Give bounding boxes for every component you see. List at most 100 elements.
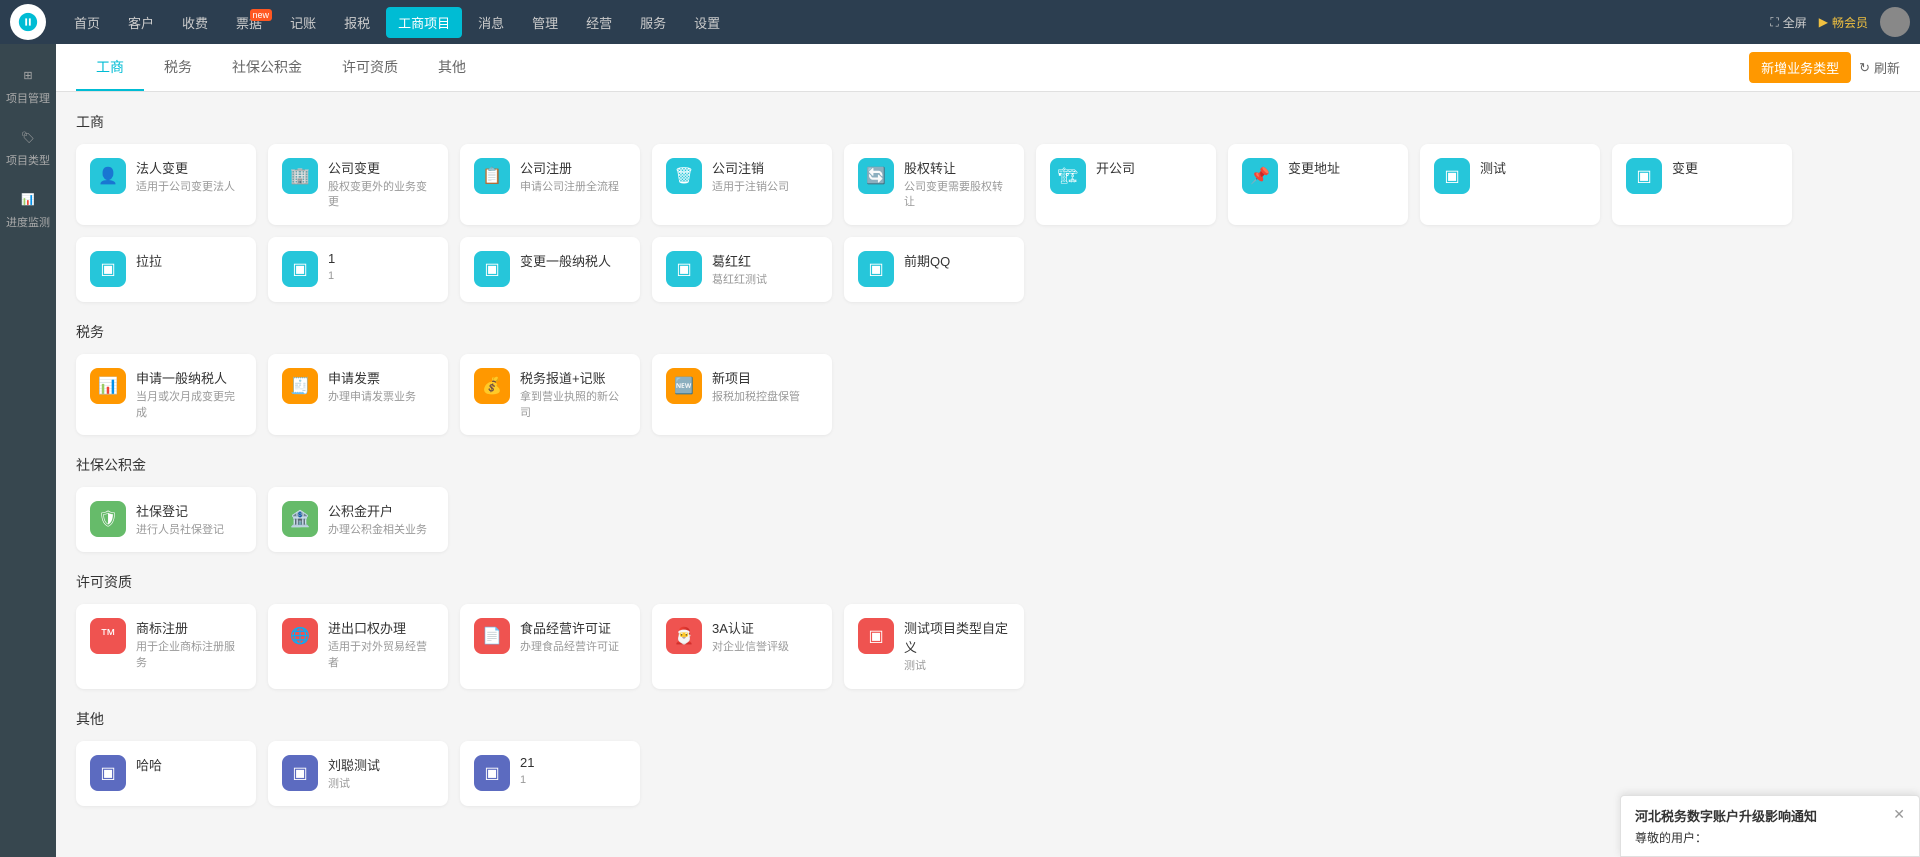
card-公司注销[interactable]: 🗑 公司注销 适用于注销公司 [652, 144, 832, 225]
card-title: 3A认证 [712, 618, 818, 637]
cards-grid-xuke: ™ 商标注册 用于企业商标注册服务 🌐 进出口权办理 适用于对外贸易经营者 📄 … [76, 604, 1900, 688]
nav-item-收费[interactable]: 收费 [170, 7, 220, 38]
card-title: 测试项目类型自定义 [904, 618, 1010, 656]
notification-title: 河北税务数字账户升级影响通知 [1635, 806, 1905, 825]
card-info: 刘聪测试 测试 [328, 755, 434, 792]
card-公司变更[interactable]: 🏢 公司变更 股权变更外的业务变更 [268, 144, 448, 225]
card-title: 测试 [1480, 158, 1586, 177]
card-商标注册[interactable]: ™ 商标注册 用于企业商标注册服务 [76, 604, 256, 688]
card-税务报道+记账[interactable]: 💰 税务报道+记账 拿到营业执照的新公司 [460, 354, 640, 435]
tab-社保公积金[interactable]: 社保公积金 [212, 44, 322, 91]
nav-item-工商项目[interactable]: 工商项目 [386, 7, 462, 38]
nav-item-消息[interactable]: 消息 [466, 7, 516, 38]
card-icon: 👤 [90, 158, 126, 194]
card-desc: 适用于公司变更法人 [136, 180, 242, 195]
card-3A认证[interactable]: 🎅 3A认证 对企业信誉评级 [652, 604, 832, 688]
card-测试项目类型自定义[interactable]: ▣ 测试项目类型自定义 测试 [844, 604, 1024, 688]
sidebar-label: 项目类型 [6, 152, 50, 168]
card-desc: 适用于注销公司 [712, 180, 818, 195]
card-变更[interactable]: ▣ 变更 [1612, 144, 1792, 225]
card-title: 公积金开户 [328, 501, 434, 520]
card-变更地址[interactable]: 📌 变更地址 [1228, 144, 1408, 225]
card-icon: 🆕 [666, 368, 702, 404]
card-股权转让[interactable]: 🔄 股权转让 公司变更需要股权转让 [844, 144, 1024, 225]
notification-close-button[interactable]: ✕ [1893, 806, 1905, 823]
card-title: 申请发票 [328, 368, 434, 387]
avatar[interactable] [1880, 7, 1910, 37]
card-开公司[interactable]: 🏗 开公司 [1036, 144, 1216, 225]
card-变更一般纳税人[interactable]: ▣ 变更一般纳税人 [460, 237, 640, 302]
vip-button[interactable]: ▶ 畅会员 [1819, 14, 1868, 31]
card-前期QQ[interactable]: ▣ 前期QQ [844, 237, 1024, 302]
card-title: 食品经营许可证 [520, 618, 626, 637]
card-申请发票[interactable]: 🧾 申请发票 办理申请发票业务 [268, 354, 448, 435]
card-21[interactable]: ▣ 21 1 [460, 741, 640, 806]
card-食品经营许可证[interactable]: 📄 食品经营许可证 办理食品经营许可证 [460, 604, 640, 688]
sidebar: ⊞ 项目管理🏷 项目类型📊 进度监测 [0, 44, 56, 857]
card-icon: ▣ [474, 755, 510, 791]
card-title: 公司注销 [712, 158, 818, 177]
card-info: 新项目 报税加税控盘保管 [712, 368, 818, 405]
card-info: 变更 [1672, 158, 1778, 180]
tab-税务[interactable]: 税务 [144, 44, 212, 91]
scrollable-content: 工商 👤 法人变更 适用于公司变更法人 🏢 公司变更 股权变更外的业务变更 📋 … [56, 92, 1920, 857]
tab-其他[interactable]: 其他 [418, 44, 486, 91]
card-title: 变更 [1672, 158, 1778, 177]
card-进出口权办理[interactable]: 🌐 进出口权办理 适用于对外贸易经营者 [268, 604, 448, 688]
card-title: 变更一般纳税人 [520, 251, 626, 270]
nav-item-设置[interactable]: 设置 [682, 7, 732, 38]
card-刘聪测试[interactable]: ▣ 刘聪测试 测试 [268, 741, 448, 806]
card-icon: ▣ [1434, 158, 1470, 194]
nav-item-首页[interactable]: 首页 [62, 7, 112, 38]
nav-item-客户[interactable]: 客户 [116, 7, 166, 38]
section-title-xuke: 许可资质 [76, 572, 1900, 592]
cards-grid-gongshang: 👤 法人变更 适用于公司变更法人 🏢 公司变更 股权变更外的业务变更 📋 公司注… [76, 144, 1900, 302]
card-info: 进出口权办理 适用于对外贸易经营者 [328, 618, 434, 671]
card-info: 税务报道+记账 拿到营业执照的新公司 [520, 368, 626, 421]
card-title: 税务报道+记账 [520, 368, 626, 387]
nav-item-记账[interactable]: 记账 [278, 7, 328, 38]
card-desc: 测试 [904, 659, 1010, 674]
cards-grid-shuiwu: 📊 申请一般纳税人 当月或次月成变更完成 🧾 申请发票 办理申请发票业务 💰 税… [76, 354, 1900, 435]
add-type-button[interactable]: 新增业务类型 [1749, 52, 1851, 83]
card-info: 食品经营许可证 办理食品经营许可证 [520, 618, 626, 655]
card-title: 申请一般纳税人 [136, 368, 242, 387]
card-新项目[interactable]: 🆕 新项目 报税加税控盘保管 [652, 354, 832, 435]
card-desc: 办理食品经营许可证 [520, 640, 626, 655]
card-title: 葛红红 [712, 251, 818, 270]
card-哈哈[interactable]: ▣ 哈哈 [76, 741, 256, 806]
card-desc: 测试 [328, 777, 434, 792]
nav-item-报税[interactable]: 报税 [332, 7, 382, 38]
card-info: 哈哈 [136, 755, 242, 777]
refresh-button[interactable]: ↻ 刷新 [1859, 58, 1900, 77]
card-公积金开户[interactable]: 🏦 公积金开户 办理公积金相关业务 [268, 487, 448, 552]
card-info: 公司注销 适用于注销公司 [712, 158, 818, 195]
nav-item-票据[interactable]: 票据new [224, 7, 274, 38]
card-社保登记[interactable]: 🛡 社保登记 进行人员社保登记 [76, 487, 256, 552]
logo[interactable] [10, 4, 46, 40]
sidebar-item-项目管理[interactable]: ⊞ 项目管理 [0, 54, 56, 116]
section-title-qita: 其他 [76, 709, 1900, 729]
nav-item-管理[interactable]: 管理 [520, 7, 570, 38]
card-info: 申请一般纳税人 当月或次月成变更完成 [136, 368, 242, 421]
card-info: 公积金开户 办理公积金相关业务 [328, 501, 434, 538]
card-测试[interactable]: ▣ 测试 [1420, 144, 1600, 225]
card-葛红红[interactable]: ▣ 葛红红 葛红红测试 [652, 237, 832, 302]
card-法人变更[interactable]: 👤 法人变更 适用于公司变更法人 [76, 144, 256, 225]
card-icon: ▣ [666, 251, 702, 287]
card-申请一般纳税人[interactable]: 📊 申请一般纳税人 当月或次月成变更完成 [76, 354, 256, 435]
sidebar-item-项目类型[interactable]: 🏷 项目类型 [0, 116, 56, 178]
card-1[interactable]: ▣ 1 1 [268, 237, 448, 302]
card-title: 刘聪测试 [328, 755, 434, 774]
card-公司注册[interactable]: 📋 公司注册 申请公司注册全流程 [460, 144, 640, 225]
sidebar-label: 项目管理 [6, 90, 50, 106]
nav-item-经营[interactable]: 经营 [574, 7, 624, 38]
tab-许可资质[interactable]: 许可资质 [322, 44, 418, 91]
card-拉拉[interactable]: ▣ 拉拉 [76, 237, 256, 302]
tab-bar: 工商税务社保公积金许可资质其他 新增业务类型 ↻ 刷新 [56, 44, 1920, 92]
nav-item-服务[interactable]: 服务 [628, 7, 678, 38]
fullscreen-button[interactable]: ⛶ 全屏 [1770, 14, 1806, 31]
tab-工商[interactable]: 工商 [76, 44, 144, 91]
sidebar-item-进度监测[interactable]: 📊 进度监测 [0, 178, 56, 240]
section-title-gongshang: 工商 [76, 112, 1900, 132]
